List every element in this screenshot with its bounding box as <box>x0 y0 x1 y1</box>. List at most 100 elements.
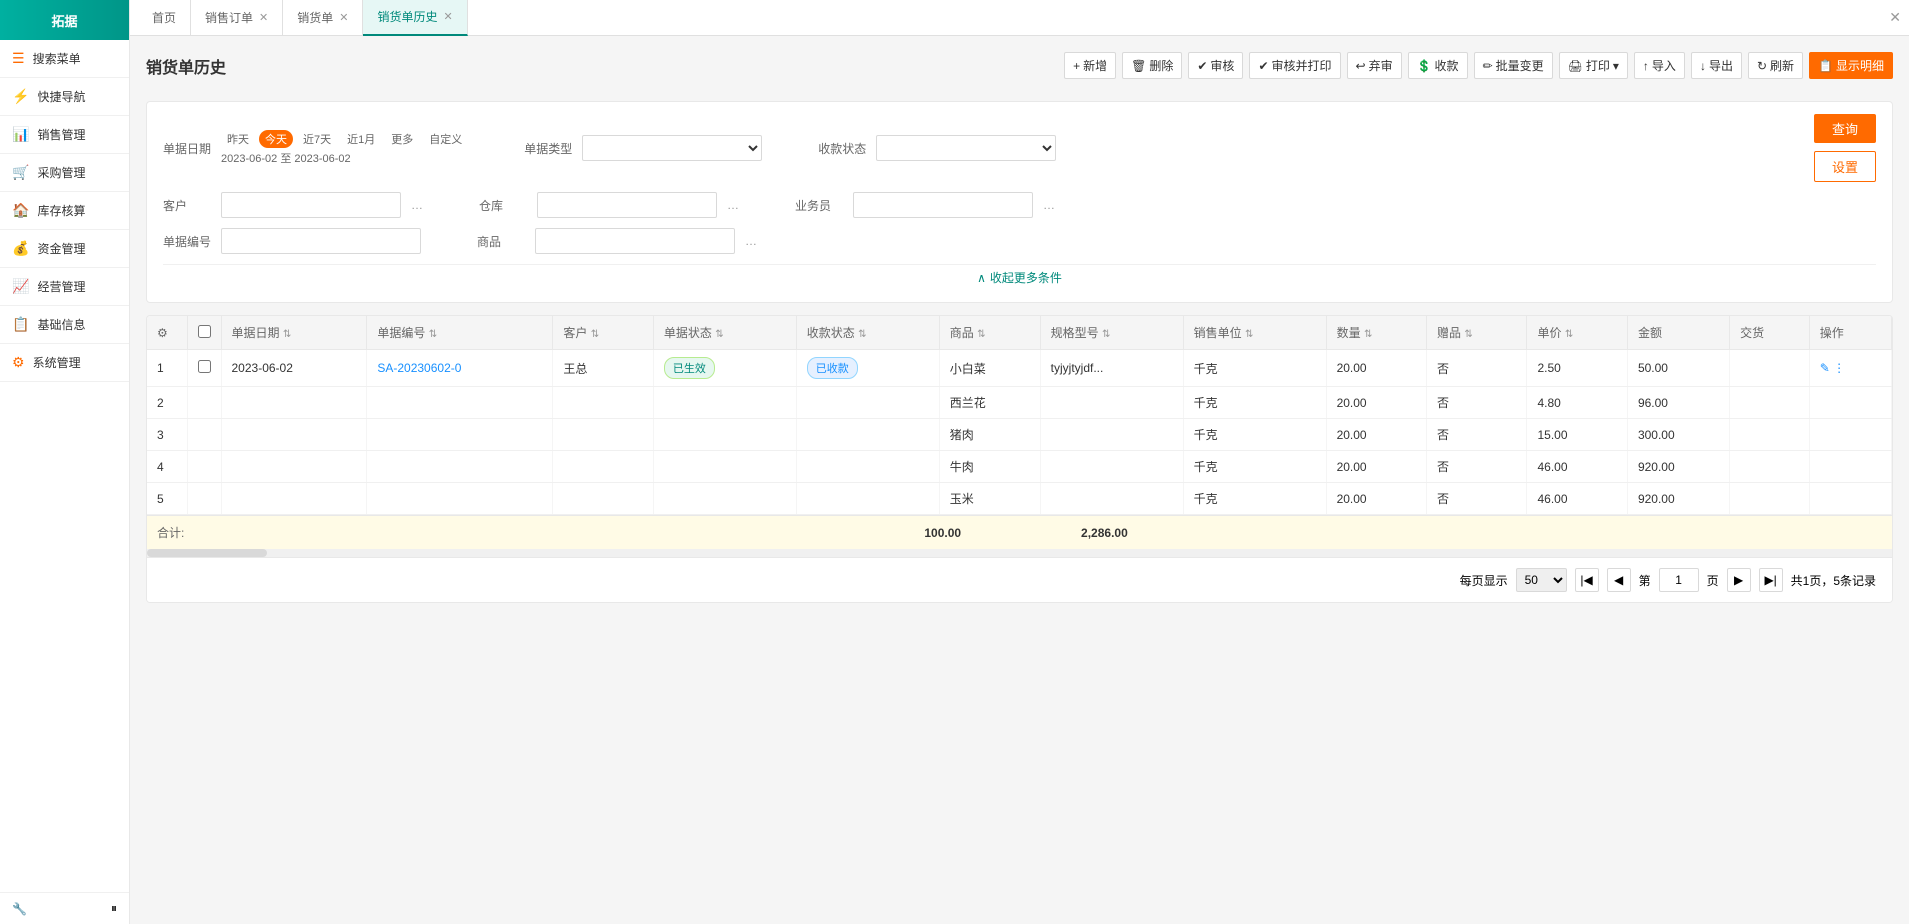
pagination: 每页显示 50 100 200 |◀ ◀ 第 1 页 ▶ ▶| 共1页，5条记录 <box>147 557 1892 602</box>
first-page-button[interactable]: |◀ <box>1575 568 1599 592</box>
sidebar-item-label: 销售管理 <box>37 126 85 143</box>
cell-collect-status <box>796 451 939 483</box>
sidebar-item-quick-nav[interactable]: ⚡ 快捷导航 <box>0 78 129 116</box>
filter-customer: 客户 … <box>163 192 423 218</box>
th-unit[interactable]: 销售单位 ⇅ <box>1183 316 1326 350</box>
select-all-checkbox[interactable] <box>198 325 211 338</box>
cell-goods: 西兰花 <box>939 387 1040 419</box>
date-tag-today[interactable]: 今天 <box>259 130 293 148</box>
filter-row-3: 单据编号 商品 … <box>163 228 1876 254</box>
th-unit-price[interactable]: 单价 ⇅ <box>1527 316 1627 350</box>
th-qty[interactable]: 数量 ⇅ <box>1326 316 1426 350</box>
page-size-select[interactable]: 50 100 200 <box>1516 568 1567 592</box>
cell-amount: 920.00 <box>1627 451 1729 483</box>
th-doc-status[interactable]: 单据状态 ⇅ <box>653 316 796 350</box>
collect-button[interactable]: 💲 收款 <box>1408 52 1468 79</box>
warehouse-label: 仓库 <box>479 197 529 214</box>
sidebar-item-basic-info[interactable]: 📋 基础信息 <box>0 306 129 344</box>
cell-date: 2023-06-02 <box>221 350 367 387</box>
cell-number: SA-20230602-0 <box>367 350 553 387</box>
tab-sales-order-close[interactable]: ✕ <box>259 11 268 24</box>
horizontal-scrollbar[interactable] <box>147 549 1892 557</box>
add-button[interactable]: + 新增 <box>1064 52 1116 79</box>
sidebar-item-label: 快捷导航 <box>37 88 85 105</box>
sort-spec-icon: ⇅ <box>1102 329 1110 340</box>
cell-customer <box>553 387 653 419</box>
goods-input[interactable] <box>535 228 735 254</box>
tab-home[interactable]: 首页 <box>138 0 191 36</box>
prev-page-button[interactable]: ◀ <box>1607 568 1631 592</box>
sidebar-toggle-icon[interactable]: ⏸ <box>111 901 117 916</box>
date-tag-7days[interactable]: 近7天 <box>297 130 337 148</box>
discard-button[interactable]: ↩ 弃审 <box>1347 52 1402 79</box>
th-gear[interactable]: ⚙ <box>147 316 187 350</box>
th-customer[interactable]: 客户 ⇅ <box>553 316 653 350</box>
refresh-button[interactable]: ↻ 刷新 <box>1748 52 1803 79</box>
tab-sales-goods[interactable]: 销货单 ✕ <box>283 0 363 36</box>
batch-change-button[interactable]: ✏ 批量变更 <box>1474 52 1553 79</box>
salesperson-input[interactable] <box>853 192 1033 218</box>
doc-number-link[interactable]: SA-20230602-0 <box>377 361 461 375</box>
cell-gift: 否 <box>1427 350 1527 387</box>
sidebar-item-inventory[interactable]: 🏠 库存核算 <box>0 192 129 230</box>
sidebar-settings-icon[interactable]: 🔧 <box>12 902 27 916</box>
export-button[interactable]: ↓ 导出 <box>1691 52 1742 79</box>
tab-bar-close-icon[interactable]: ✕ <box>1889 9 1901 26</box>
query-button[interactable]: 查询 <box>1814 114 1876 143</box>
filter-doc-number: 单据编号 <box>163 228 421 254</box>
last-page-button[interactable]: ▶| <box>1759 568 1783 592</box>
quick-nav-icon: ⚡ <box>12 88 29 105</box>
date-tag-yesterday[interactable]: 昨天 <box>221 130 255 148</box>
date-tag-1month[interactable]: 近1月 <box>341 130 381 148</box>
page-label: 第 <box>1639 572 1651 589</box>
print-button[interactable]: 🖨 打印 ▾ <box>1559 52 1628 79</box>
delete-button[interactable]: 🗑 删除 <box>1122 52 1182 79</box>
cell-amount: 300.00 <box>1627 419 1729 451</box>
th-amount[interactable]: 金额 <box>1627 316 1729 350</box>
tab-sales-goods-close[interactable]: ✕ <box>339 11 348 24</box>
row-num: 4 <box>147 451 187 483</box>
scrollbar-thumb[interactable] <box>147 549 267 557</box>
sidebar-item-sales-mgmt[interactable]: 📊 销售管理 <box>0 116 129 154</box>
set-button[interactable]: 设置 <box>1814 151 1876 182</box>
approve-button[interactable]: ✔ 审核 <box>1188 52 1243 79</box>
tab-sales-history[interactable]: 销货单历史 ✕ <box>363 0 467 36</box>
sidebar: 拓据 ☰ 搜索菜单 ⚡ 快捷导航 📊 销售管理 🛒 采购管理 🏠 库存核算 💰 … <box>0 0 130 924</box>
customer-dots[interactable]: … <box>411 198 423 212</box>
cell-goods: 牛肉 <box>939 451 1040 483</box>
approve-print-button[interactable]: ✔ 审核并打印 <box>1249 52 1340 79</box>
salesperson-dots[interactable]: … <box>1043 198 1055 212</box>
next-page-button[interactable]: ▶ <box>1727 568 1751 592</box>
cell-collect-status <box>796 419 939 451</box>
sidebar-item-sys-mgmt[interactable]: ⚙ 系统管理 <box>0 344 129 382</box>
date-tag-custom[interactable]: 自定义 <box>423 130 468 148</box>
doc-number-input[interactable] <box>221 228 421 254</box>
sidebar-item-funds-mgmt[interactable]: 💰 资金管理 <box>0 230 129 268</box>
collapse-button[interactable]: ∧ 收起更多条件 <box>163 264 1876 290</box>
row-checkbox[interactable] <box>198 360 211 373</box>
th-number[interactable]: 单据编号 ⇅ <box>367 316 553 350</box>
tab-sales-order[interactable]: 销售订单 ✕ <box>191 0 283 36</box>
edit-action-button[interactable]: ✎ <box>1820 361 1833 375</box>
th-date[interactable]: 单据日期 ⇅ <box>221 316 367 350</box>
warehouse-dots[interactable]: … <box>727 198 739 212</box>
date-tag-more[interactable]: 更多 <box>385 130 419 148</box>
doc-type-select[interactable] <box>582 135 762 161</box>
sidebar-item-operations[interactable]: 📈 经营管理 <box>0 268 129 306</box>
goods-dots[interactable]: … <box>745 234 757 248</box>
th-collect-status[interactable]: 收款状态 ⇅ <box>796 316 939 350</box>
row-num: 5 <box>147 483 187 515</box>
page-number-input[interactable]: 1 <box>1659 568 1699 592</box>
sidebar-item-purchase-mgmt[interactable]: 🛒 采购管理 <box>0 154 129 192</box>
sidebar-item-search-menu[interactable]: ☰ 搜索菜单 <box>0 40 129 78</box>
import-button[interactable]: ↑ 导入 <box>1634 52 1685 79</box>
customer-input[interactable] <box>221 192 401 218</box>
th-spec[interactable]: 规格型号 ⇅ <box>1040 316 1183 350</box>
th-gift[interactable]: 赠品 ⇅ <box>1427 316 1527 350</box>
show-detail-button[interactable]: 📋 显示明细 <box>1809 52 1893 79</box>
tab-sales-history-close[interactable]: ✕ <box>444 10 453 23</box>
collect-status-select[interactable] <box>876 135 1056 161</box>
warehouse-input[interactable] <box>537 192 717 218</box>
th-goods[interactable]: 商品 ⇅ <box>939 316 1040 350</box>
more-action-button[interactable]: ⋮ <box>1833 361 1845 375</box>
